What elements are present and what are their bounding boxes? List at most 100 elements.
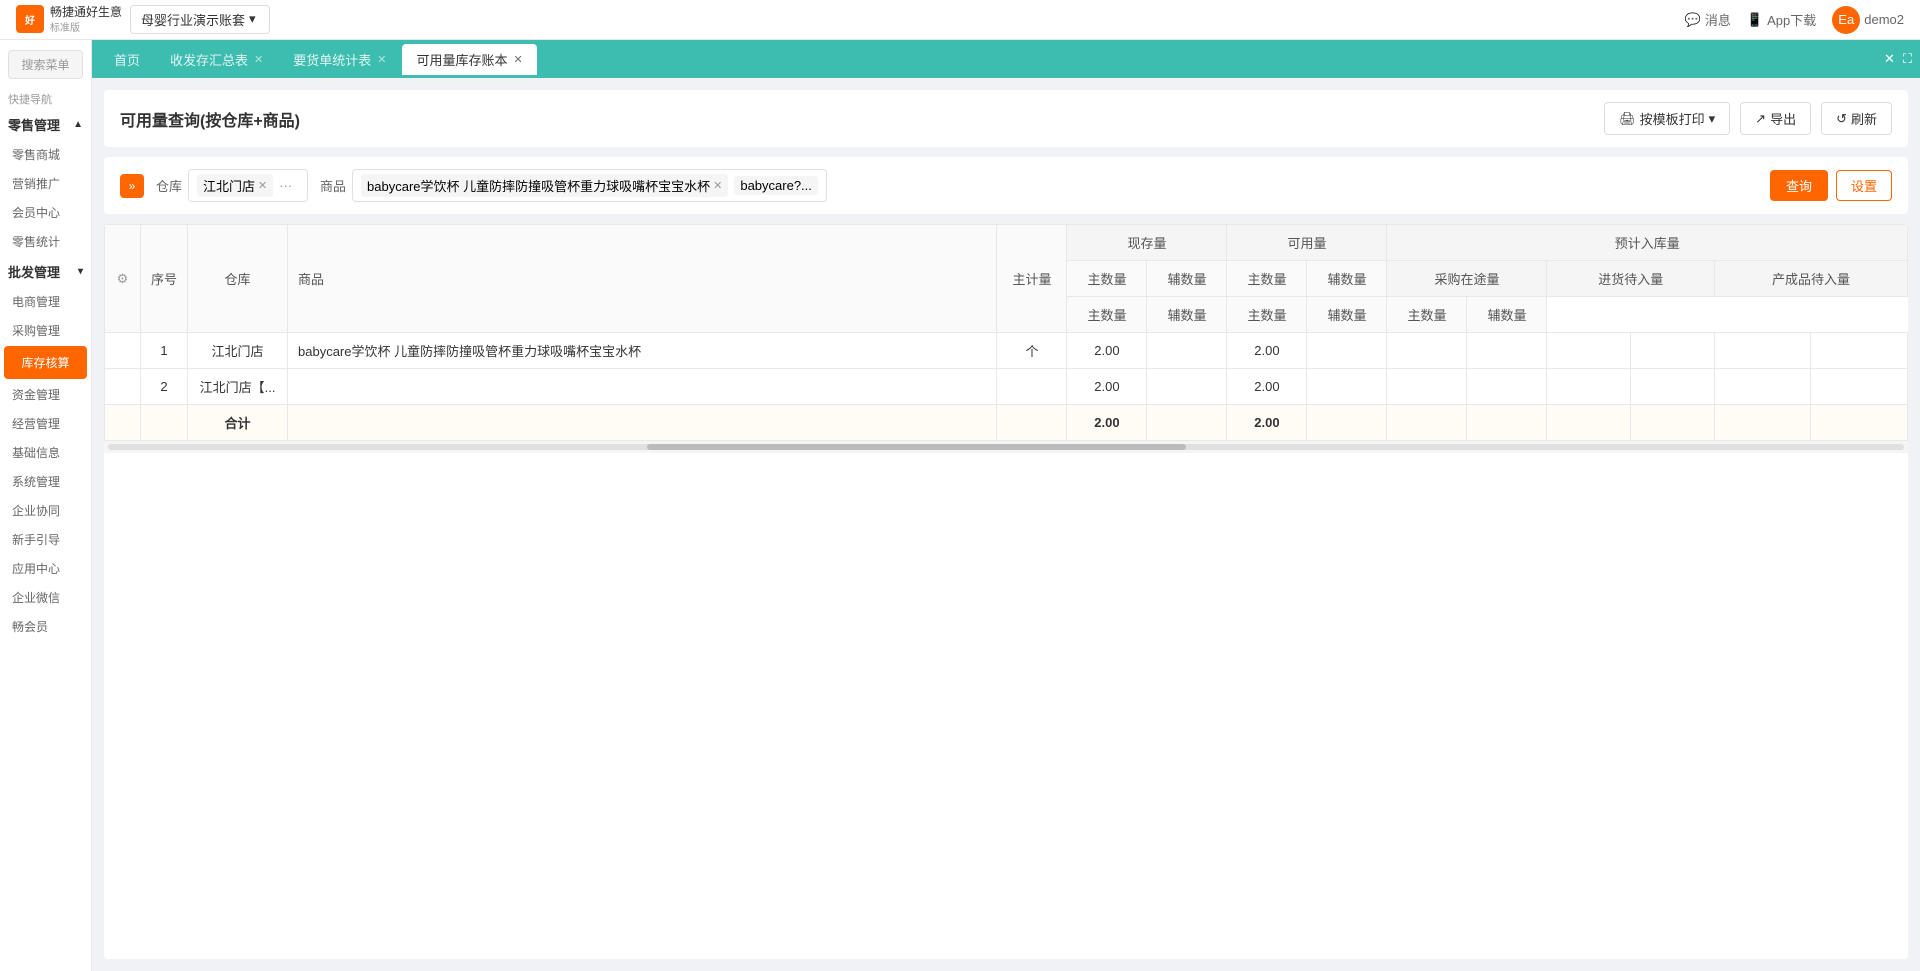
logo-text-area: 畅捷通好生意 标准版 [50, 5, 122, 34]
sidebar-item-member[interactable]: 会员中心 [0, 198, 91, 227]
sidebar: 搜索菜单 快捷导航 零售管理 ▲ 零售商城 营销推广 会员中心 零售统计 批发管… [0, 40, 92, 971]
sidebar-item-system[interactable]: 系统管理 [0, 467, 91, 496]
sidebar-item-enterprise-wechat[interactable]: 企业微信 [0, 583, 91, 612]
footer-inbound-main [1547, 405, 1631, 441]
cell-num: 1 [141, 333, 188, 369]
cell-inbound-pending-main [1547, 333, 1631, 369]
sidebar-item-vip[interactable]: 畅会员 [0, 612, 91, 641]
cell-unit [997, 369, 1067, 405]
sidebar-item-new-guide[interactable]: 新手引导 [0, 525, 91, 554]
export-icon: ↗ [1755, 111, 1766, 127]
footer-label: 合计 [188, 405, 288, 441]
app-download-btn[interactable]: 📱 App下载 [1747, 10, 1816, 29]
tab-home[interactable]: 首页 [100, 44, 154, 75]
footer-settings [105, 405, 141, 441]
footer-product [288, 405, 997, 441]
scrollbar-thumb[interactable] [647, 444, 1186, 450]
export-btn[interactable]: ↗ 导出 [1740, 102, 1811, 135]
cell-available-aux [1307, 369, 1387, 405]
tab-home-label: 首页 [114, 50, 140, 69]
footer-inbound-aux [1631, 405, 1715, 441]
sidebar-item-retail-stats[interactable]: 零售统计 [0, 227, 91, 256]
th-inbound-pending-aux: 辅数量 [1307, 297, 1387, 333]
logo-area: 好 畅捷通好生意 标准版 [16, 5, 122, 34]
tab-bar-controls: ✕ ⛶ [1884, 51, 1912, 67]
template-print-label: 按模板打印 [1640, 109, 1705, 128]
gear-icon[interactable]: ⚙ [117, 271, 129, 286]
warehouse-tag-close[interactable]: ✕ [258, 179, 267, 192]
sidebar-item-marketing[interactable]: 营销推广 [0, 169, 91, 198]
warehouse-more[interactable]: ··· [279, 178, 292, 193]
th-purchase-transit-main: 主数量 [1067, 297, 1147, 333]
page-title: 可用量查询(按仓库+商品) [120, 107, 300, 131]
user-area[interactable]: Ea demo2 [1832, 6, 1904, 34]
sidebar-item-retail-mgmt[interactable]: 零售管理 ▲ [0, 109, 91, 140]
th-main-unit: 主计量 [997, 225, 1067, 333]
sidebar-item-app-center[interactable]: 应用中心 [0, 554, 91, 583]
sidebar-item-retail-mall[interactable]: 零售商城 [0, 140, 91, 169]
logo-icon: 好 [16, 5, 44, 33]
product-input[interactable]: babycare学饮杯 儿童防摔防撞吸管杯重力球吸嘴杯宝宝水杯 ✕ babyca… [352, 169, 827, 202]
tab-available-stock-close[interactable]: ✕ [514, 53, 523, 66]
th-num: 序号 [141, 225, 188, 333]
th-finished-pending-group: 产成品待入量 [1715, 261, 1908, 297]
filter-area: » 仓库 江北门店 ✕ ··· 商品 babycare [104, 157, 1908, 214]
cell-purchase-transit-main [1387, 333, 1467, 369]
sidebar-item-inventory[interactable]: 库存核算 [4, 346, 87, 379]
sidebar-item-business[interactable]: 经营管理 [0, 409, 91, 438]
tab-receive-send-close[interactable]: ✕ [254, 53, 263, 66]
th-inbound-pending-main: 主数量 [1227, 297, 1307, 333]
cell-inbound-pending-main [1547, 369, 1631, 405]
filter-expand-btn[interactable]: » [120, 174, 144, 198]
cell-purchase-transit-main [1387, 369, 1467, 405]
th-available-group: 可用量 [1227, 225, 1387, 261]
message-btn[interactable]: 💬 消息 [1685, 10, 1731, 29]
filter-product-field: 商品 babycare学饮杯 儿童防摔防撞吸管杯重力球吸嘴杯宝宝水杯 ✕ bab… [320, 169, 827, 202]
th-expected-inbound-group: 预计入库量 [1387, 225, 1908, 261]
org-selector[interactable]: 母婴行业演示账套 ▾ [130, 5, 270, 34]
print-dropdown-icon: ▾ [1709, 111, 1716, 127]
sidebar-item-enterprise-collab[interactable]: 企业协同 [0, 496, 91, 525]
query-btn[interactable]: 查询 [1770, 170, 1828, 201]
cell-finished-pending-main [1715, 333, 1811, 369]
th-current-stock-group: 现存量 [1067, 225, 1227, 261]
tab-order-stats-close[interactable]: ✕ [377, 53, 386, 66]
product-label: 商品 [320, 176, 346, 195]
tab-order-stats[interactable]: 要货单统计表 ✕ [279, 44, 400, 75]
table-wrapper: ⚙ 序号 仓库 商品 主计量 现存量 可用量 预计入库量 主数量 [104, 224, 1908, 959]
sidebar-item-ecommerce[interactable]: 电商管理 [0, 287, 91, 316]
tab-receive-send[interactable]: 收发存汇总表 ✕ [156, 44, 277, 75]
message-icon: 💬 [1685, 12, 1701, 28]
tab-close-all-icon[interactable]: ✕ [1884, 51, 1895, 67]
org-dropdown-icon: ▾ [249, 11, 256, 27]
cell-current-aux [1147, 369, 1227, 405]
sidebar-label-wholesale: 批发管理 [8, 262, 60, 281]
cell-available-main: 2.00 [1227, 369, 1307, 405]
cell-finished-pending-aux [1811, 369, 1908, 405]
quick-nav-label: 快捷导航 [0, 85, 91, 109]
footer-unit [997, 405, 1067, 441]
setting-btn[interactable]: 设置 [1836, 170, 1892, 201]
th-available-aux: 辅数量 [1307, 261, 1387, 297]
cell-finished-pending-main [1715, 369, 1811, 405]
top-bar-right: 💬 消息 📱 App下载 Ea demo2 [1685, 6, 1904, 34]
tab-available-stock[interactable]: 可用量库存账本 ✕ [402, 44, 536, 75]
search-menu-btn[interactable]: 搜索菜单 [8, 50, 83, 79]
product-tag: babycare学饮杯 儿童防摔防撞吸管杯重力球吸嘴杯宝宝水杯 ✕ [361, 174, 728, 197]
tab-receive-send-label: 收发存汇总表 [170, 50, 248, 69]
product-tag-close[interactable]: ✕ [713, 179, 722, 192]
th-product: 商品 [288, 225, 997, 333]
warehouse-input[interactable]: 江北门店 ✕ ··· [188, 169, 308, 202]
sidebar-item-wholesale[interactable]: 批发管理 ▾ [0, 256, 91, 287]
product-tag-extra-value: babycare?... [740, 178, 812, 193]
footer-purchase-main [1387, 405, 1467, 441]
sidebar-item-basic-info[interactable]: 基础信息 [0, 438, 91, 467]
cell-warehouse: 江北门店 [188, 333, 288, 369]
tab-expand-icon[interactable]: ⛶ [1903, 51, 1912, 67]
sidebar-item-purchase[interactable]: 采购管理 [0, 316, 91, 345]
cell-current-main: 2.00 [1067, 369, 1147, 405]
refresh-btn[interactable]: ↺ 刷新 [1821, 102, 1892, 135]
template-print-btn[interactable]: 🖨 按模板打印 ▾ [1604, 102, 1730, 135]
export-label: 导出 [1770, 109, 1796, 128]
sidebar-item-finance[interactable]: 资金管理 [0, 380, 91, 409]
